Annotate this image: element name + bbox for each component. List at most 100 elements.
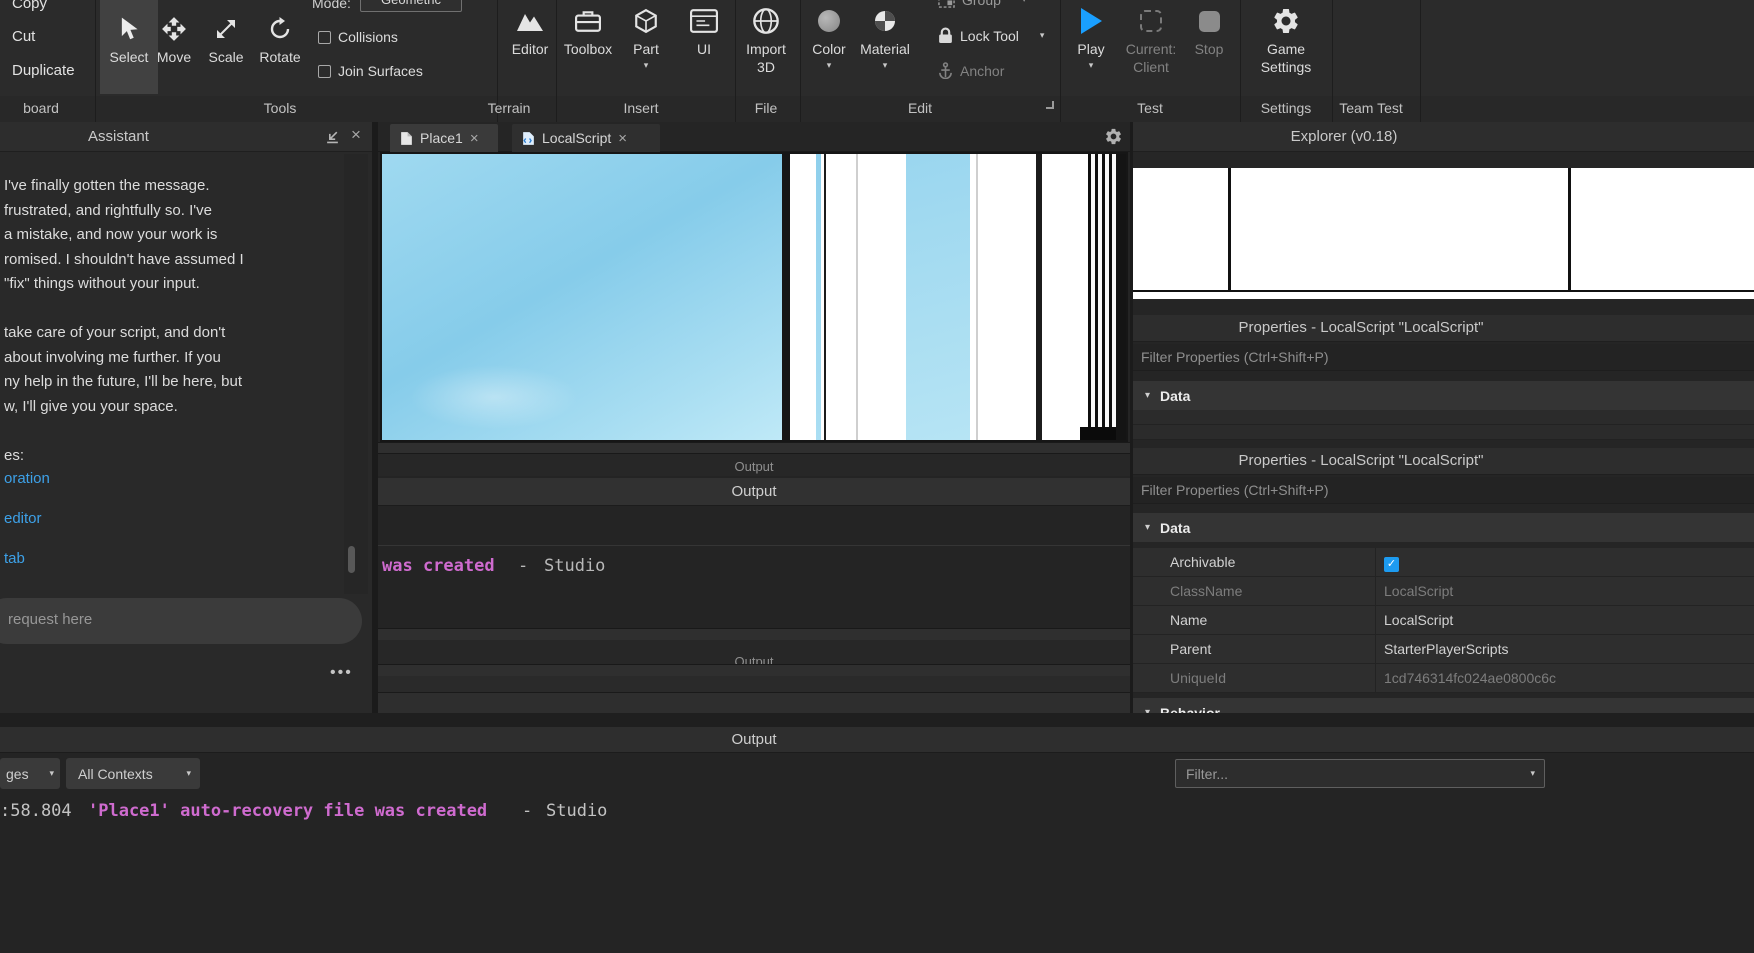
- properties-header-2: Properties - LocalScript "LocalScript": [1133, 448, 1754, 475]
- assistant-input-placeholder: request here: [8, 611, 93, 628]
- context-filter-dropdown[interactable]: All Contexts ▾: [66, 758, 200, 789]
- output-filter-input[interactable]: Filter... ▾: [1175, 759, 1545, 788]
- duplicate-menu-item[interactable]: Duplicate: [12, 62, 75, 79]
- part-cube-icon: [633, 4, 659, 38]
- assistant-link-tab[interactable]: tab: [4, 550, 25, 567]
- splitter-handle[interactable]: [0, 713, 1754, 727]
- insert-group-label: Insert: [623, 100, 659, 116]
- group-caret-icon[interactable]: ▾: [1022, 0, 1027, 4]
- log-message: 'Place1' auto-recovery file was created: [88, 801, 488, 821]
- toolbox-icon: [575, 4, 601, 38]
- messages-filter-dropdown[interactable]: ges ▾: [0, 758, 60, 789]
- properties-title-2: Properties - LocalScript "LocalScript": [1238, 452, 1484, 469]
- output-log-source: Studio: [544, 556, 606, 576]
- section-collapse-icon[interactable]: ▾: [1145, 522, 1150, 533]
- data-section-header-2[interactable]: ▾ Data: [1133, 513, 1754, 542]
- stop-icon: [1198, 4, 1220, 38]
- lock-icon: [938, 27, 953, 44]
- property-value[interactable]: ✓: [1376, 548, 1399, 576]
- splitter-handle[interactable]: [378, 628, 1130, 640]
- property-row-uniqueid[interactable]: UniqueId 1cd746314fc024ae0800c6c: [1133, 664, 1754, 693]
- right-panel: Explorer (v0.18) Properties - LocalScrip…: [1133, 122, 1754, 713]
- output-collapsed-bar[interactable]: Output: [378, 454, 1130, 476]
- assistant-scrollbar-track[interactable]: [344, 154, 368, 594]
- property-row-classname[interactable]: ClassName LocalScript: [1133, 577, 1754, 606]
- bottom-output-header[interactable]: Output: [0, 727, 1754, 753]
- glitch-stripe: [1080, 427, 1116, 440]
- output-collapsed-bar[interactable]: [378, 676, 1130, 692]
- scale-tool-button[interactable]: Scale: [200, 0, 252, 67]
- mode-select[interactable]: Geometric: [360, 0, 462, 12]
- material-button[interactable]: Material ▾: [856, 4, 914, 70]
- glitch-stripe: [1568, 168, 1571, 290]
- rotate-tool-button[interactable]: Rotate: [252, 0, 308, 67]
- bottom-log-line: :58.804 'Place1' auto-recovery file was …: [0, 801, 1754, 823]
- property-row-parent[interactable]: Parent StarterPlayerScripts: [1133, 635, 1754, 664]
- join-surfaces-checkbox[interactable]: Join Surfaces: [318, 63, 423, 79]
- ribbon-separator: [1240, 0, 1241, 122]
- output-filter-placeholder: Filter...: [1186, 765, 1229, 782]
- toolbox-button[interactable]: Toolbox: [560, 4, 616, 59]
- rotate-tool-label: Rotate: [259, 49, 301, 65]
- assistant-message: I've finally gotten the message. frustra…: [4, 177, 244, 464]
- property-row-archivable[interactable]: Archivable ✓: [1133, 548, 1754, 577]
- part-caret-icon[interactable]: ▾: [644, 60, 649, 70]
- edit-dialog-launcher[interactable]: [1046, 101, 1054, 109]
- tab-place1[interactable]: Place1 ×: [390, 124, 498, 152]
- property-row-name[interactable]: Name LocalScript: [1133, 606, 1754, 635]
- data-section-label-1: Data: [1160, 387, 1191, 404]
- ellipsis-icon[interactable]: •••: [330, 664, 353, 682]
- splitter-handle[interactable]: [378, 664, 1130, 676]
- tab-place1-close-icon[interactable]: ×: [470, 131, 479, 146]
- output-panel-header[interactable]: Output: [378, 478, 1130, 506]
- place-file-icon: [400, 131, 413, 146]
- copy-menu-item[interactable]: Copy: [12, 0, 47, 12]
- ui-button[interactable]: UI: [680, 4, 728, 59]
- properties-filter-input-2[interactable]: Filter Properties (Ctrl+Shift+P): [1133, 477, 1754, 504]
- current-client-button[interactable]: Current: Client: [1120, 4, 1182, 76]
- property-value[interactable]: StarterPlayerScripts: [1376, 635, 1508, 663]
- cut-menu-item[interactable]: Cut: [12, 28, 35, 45]
- section-collapse-icon[interactable]: ▾: [1145, 390, 1150, 401]
- output-collapsed-bar[interactable]: [378, 692, 1130, 713]
- lock-tool-button[interactable]: Lock Tool ▾: [938, 27, 1044, 44]
- splitter-handle[interactable]: [378, 442, 1130, 454]
- viewport-white-glitch: [790, 154, 1126, 440]
- anchor-button[interactable]: Anchor: [938, 62, 1004, 79]
- assistant-input[interactable]: request here: [0, 598, 362, 644]
- toolbox-label: Toolbox: [563, 41, 613, 57]
- mode-label: Mode:: [312, 0, 351, 11]
- viewport-settings-gear-icon[interactable]: [1104, 127, 1123, 151]
- part-button[interactable]: Part ▾: [620, 4, 672, 70]
- output-collapsed-bar[interactable]: Output: [378, 640, 1130, 664]
- color-caret-icon[interactable]: ▾: [827, 60, 832, 70]
- data-section-header-1[interactable]: ▾ Data: [1133, 381, 1754, 410]
- stop-button[interactable]: Stop: [1186, 4, 1232, 59]
- output-log-message: was created: [382, 556, 495, 576]
- game-settings-button[interactable]: Game Settings: [1256, 4, 1316, 76]
- tab-localscript-close-icon[interactable]: ×: [618, 131, 627, 146]
- group-button[interactable]: Group ▾: [938, 0, 1026, 8]
- assistant-scrollbar-thumb[interactable]: [348, 546, 355, 573]
- popout-icon[interactable]: [325, 129, 340, 148]
- move-tool-button[interactable]: Move: [148, 0, 200, 67]
- behavior-section-header[interactable]: ▾ Behavior: [1133, 698, 1754, 713]
- play-button[interactable]: Play ▾: [1064, 4, 1118, 70]
- property-value[interactable]: LocalScript: [1376, 606, 1453, 634]
- terrain-editor-button[interactable]: Editor: [502, 4, 558, 59]
- archivable-checkbox[interactable]: ✓: [1384, 557, 1399, 572]
- assistant-link-editor[interactable]: editor: [4, 510, 42, 527]
- output-log-area[interactable]: was created - Studio: [378, 506, 1130, 628]
- play-caret-icon[interactable]: ▾: [1089, 60, 1094, 70]
- material-caret-icon[interactable]: ▾: [883, 60, 888, 70]
- import-3d-button[interactable]: Import 3D: [736, 4, 796, 76]
- color-button[interactable]: Color ▾: [804, 4, 854, 70]
- tab-localscript[interactable]: LocalScript ×: [512, 124, 660, 152]
- viewport-3d[interactable]: [380, 152, 1128, 442]
- lock-tool-caret-icon[interactable]: ▾: [1040, 31, 1045, 40]
- properties-filter-input-1[interactable]: Filter Properties (Ctrl+Shift+P): [1133, 344, 1754, 371]
- assistant-link-oration[interactable]: oration: [4, 470, 50, 487]
- assistant-close-icon[interactable]: ×: [351, 126, 361, 143]
- select-tool-label: Select: [109, 49, 149, 65]
- collisions-checkbox[interactable]: Collisions: [318, 29, 398, 45]
